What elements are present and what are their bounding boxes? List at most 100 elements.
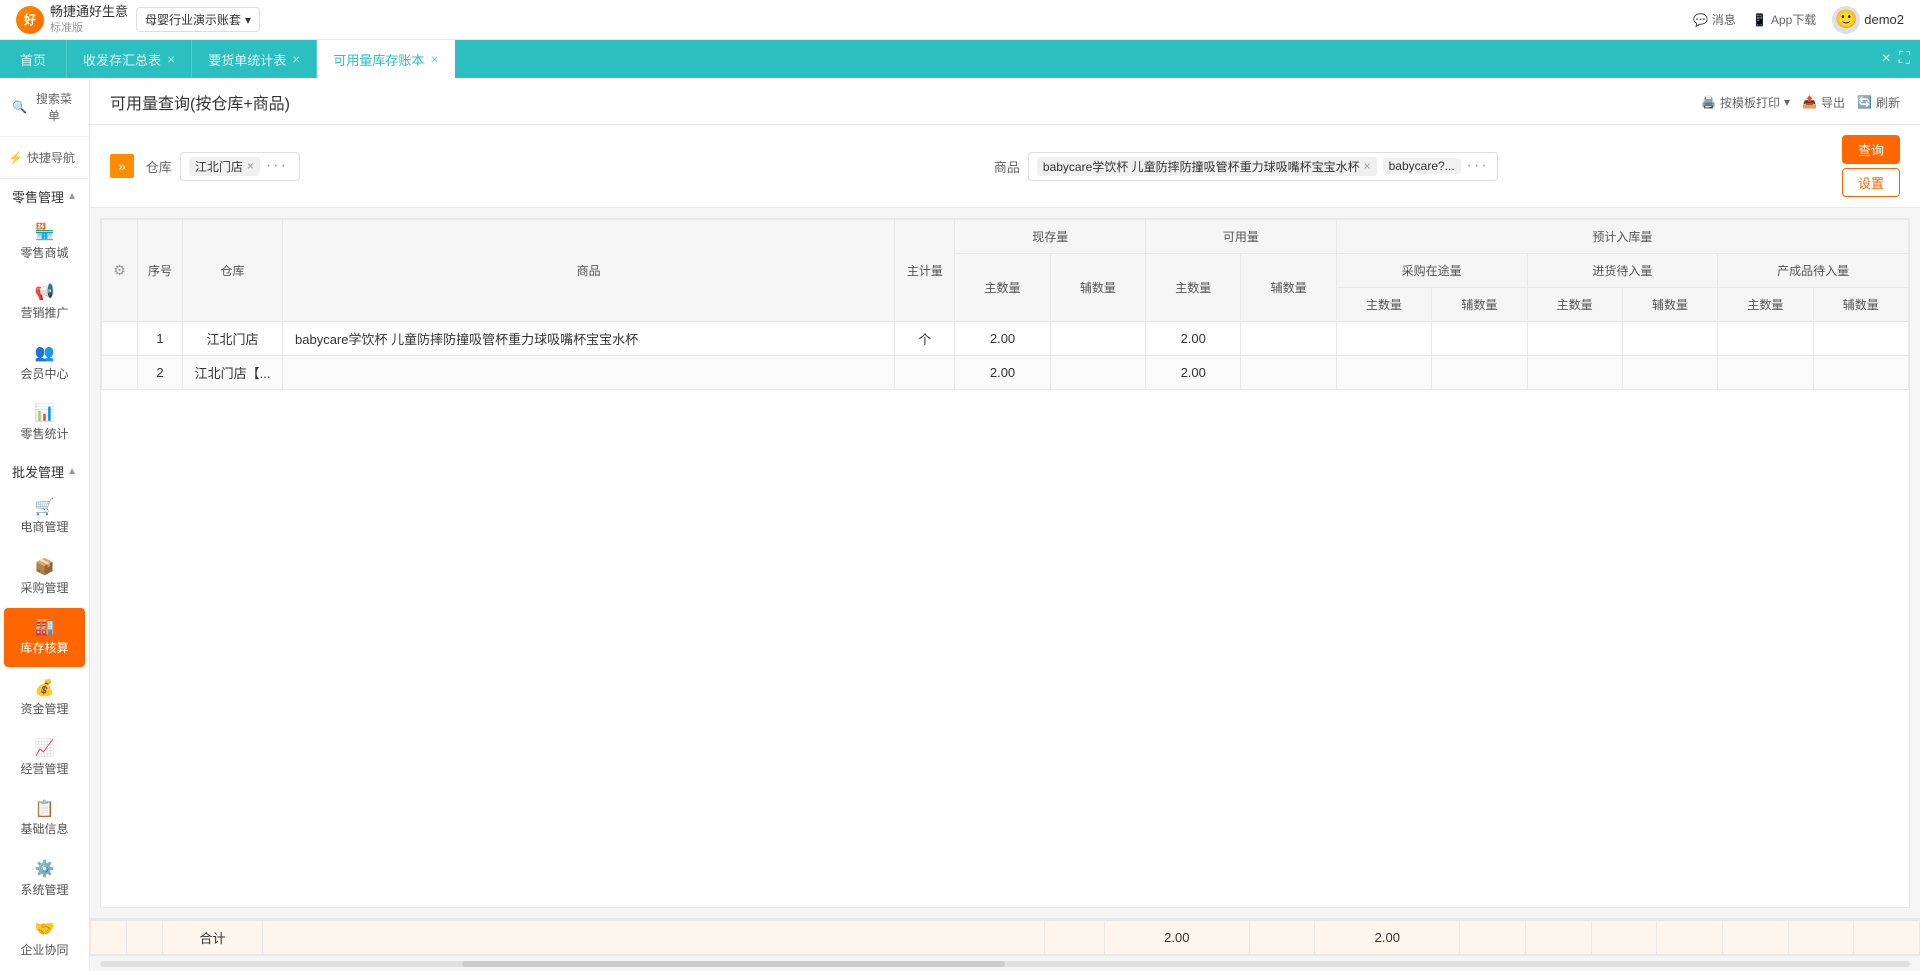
row1-warehouse: 江北门店	[183, 322, 283, 356]
row2-product	[283, 356, 895, 390]
sidebar-item-marketing[interactable]: 📢 营销推广	[4, 273, 85, 331]
sidebar-group-wholesale: 批发管理 ▲	[0, 454, 89, 487]
row2-product-main	[1718, 356, 1813, 390]
row2-unit	[895, 356, 955, 390]
sidebar-item-finance[interactable]: 💰 资金管理	[4, 669, 85, 727]
tab-available-inventory-close[interactable]: ×	[430, 51, 438, 67]
footer-unit-cell	[1044, 921, 1104, 955]
system-icon: ⚙️	[35, 860, 55, 881]
col-avail-aux-header: 辅数量	[1241, 254, 1336, 322]
filter-expand-btn[interactable]: »	[110, 154, 134, 178]
footer-product-main	[1788, 921, 1854, 955]
row1-product-aux	[1813, 322, 1908, 356]
search-menu-btn[interactable]: 🔍 搜索菜单	[8, 86, 81, 128]
col-product-header: 商品	[283, 220, 895, 322]
warehouse-dots[interactable]: ···	[266, 157, 288, 175]
user-name: demo2	[1864, 12, 1904, 27]
app-download-btn[interactable]: 📱 App下载	[1752, 11, 1816, 28]
filter-product-group: 商品 babycare学饮杯 儿童防摔防撞吸管杯重力球吸嘴杯宝宝水杯 × bab…	[994, 152, 1830, 181]
row2-inbound-main	[1527, 356, 1622, 390]
logo-area: 好 畅捷通好生意 标准版	[16, 4, 128, 36]
row2-avail-main: 2.00	[1146, 356, 1241, 390]
col-avail-main-header: 主数量	[1146, 254, 1241, 322]
warehouse-tag-close[interactable]: ×	[247, 159, 254, 173]
industry-select[interactable]: 母婴行业演示账套 ▾	[136, 7, 260, 32]
row1-purchase-main	[1336, 322, 1431, 356]
settings-btn[interactable]: 设置	[1842, 168, 1900, 197]
row2-product-aux	[1813, 356, 1908, 390]
print-label: 按模板打印	[1720, 94, 1780, 111]
sidebar-group-retail-header[interactable]: 零售管理 ▲	[0, 179, 89, 212]
table-gear-icon[interactable]: ⚙	[113, 262, 126, 278]
search-menu-label: 搜索菜单	[31, 90, 77, 124]
sidebar-group-wholesale-arrow: ▲	[67, 466, 77, 477]
sidebar-item-retail-stats[interactable]: 📊 零售统计	[4, 394, 85, 452]
enterprise-icon: 🤝	[35, 920, 55, 941]
sidebar-item-enterprise[interactable]: 🤝 企业协同	[4, 910, 85, 968]
row1-current-aux	[1050, 322, 1145, 356]
col-inbound-aux-header: 辅数量	[1622, 288, 1717, 322]
col-product-aux-header: 辅数量	[1813, 288, 1908, 322]
product-tag1-close[interactable]: ×	[1364, 159, 1371, 173]
footer-current-aux	[1249, 921, 1315, 955]
query-btn[interactable]: 查询	[1842, 135, 1900, 164]
warehouse-label: 仓库	[146, 157, 172, 176]
tab-receive-summary-close[interactable]: ×	[167, 51, 175, 67]
footer-inbound-main	[1657, 921, 1723, 955]
filter-warehouse-group: 仓库 江北门店 × ···	[146, 152, 982, 181]
sidebar-item-system[interactable]: ⚙️ 系统管理	[4, 850, 85, 908]
sidebar-item-inventory[interactable]: 🏭 库存核算	[4, 608, 85, 666]
tab-order-summary-close[interactable]: ×	[292, 51, 300, 67]
search-icon: 🔍	[12, 100, 27, 114]
product-input[interactable]: babycare学饮杯 儿童防摔防撞吸管杯重力球吸嘴杯宝宝水杯 × babyca…	[1028, 152, 1498, 181]
sidebar-item-member[interactable]: 👥 会员中心	[4, 334, 85, 392]
product-dots[interactable]: ···	[1467, 157, 1489, 175]
row2-inbound-aux	[1622, 356, 1717, 390]
member-icon: 👥	[35, 344, 55, 365]
top-bar-left: 好 畅捷通好生意 标准版 母婴行业演示账套 ▾	[16, 4, 260, 36]
print-icon: 🖨️	[1701, 95, 1716, 109]
sidebar-quick-nav-area: ⚡ 快捷导航	[0, 137, 89, 179]
quick-nav-btn[interactable]: ⚡ 快捷导航	[0, 145, 89, 170]
tab-maximize-icon[interactable]: ⛶	[1899, 50, 1910, 68]
warehouse-tag-value: 江北门店	[195, 158, 243, 175]
sidebar-item-purchase[interactable]: 📦 采购管理	[4, 548, 85, 606]
tab-home[interactable]: 首页	[0, 40, 67, 78]
message-btn[interactable]: 💬 消息	[1693, 11, 1736, 28]
print-btn[interactable]: 🖨️ 按模板打印 ▾	[1701, 94, 1790, 111]
sidebar-group-retail-arrow: ▲	[67, 191, 77, 202]
tab-available-inventory[interactable]: 可用量库存账本 ×	[317, 40, 454, 78]
col-product-main-header: 主数量	[1718, 288, 1813, 322]
inventory-icon: 🏭	[35, 618, 55, 639]
tab-order-summary[interactable]: 要货单统计表 ×	[192, 40, 317, 78]
user-area[interactable]: 🙂 demo2	[1832, 6, 1904, 34]
export-btn[interactable]: 📤 导出	[1802, 94, 1845, 111]
operations-icon: 📈	[35, 739, 55, 760]
sidebar-item-retail-mall[interactable]: 🏪 零售商城	[4, 213, 85, 271]
industry-label: 母婴行业演示账套	[145, 11, 241, 28]
footer-table: 合计 2.00 2.00	[90, 920, 1920, 955]
tab-close-all-icon[interactable]: ×	[1881, 50, 1890, 68]
sidebar-item-basic-info[interactable]: 📋 基础信息	[4, 790, 85, 848]
tab-receive-summary[interactable]: 收发存汇总表 ×	[67, 40, 192, 78]
sidebar-group-wholesale-header[interactable]: 批发管理 ▲	[0, 454, 89, 487]
col-inbound-pending-header: 进货待入量	[1527, 254, 1718, 288]
sidebar-item-retail-stats-label: 零售统计	[20, 427, 68, 443]
sidebar-item-ecommerce[interactable]: 🛒 电商管理	[4, 488, 85, 546]
scroll-thumb[interactable]	[462, 961, 1005, 967]
col-current-aux-header: 辅数量	[1050, 254, 1145, 322]
footer-row: 合计 2.00 2.00	[91, 921, 1920, 955]
refresh-btn[interactable]: 🔄 刷新	[1857, 94, 1900, 111]
footer-inbound-aux	[1722, 921, 1788, 955]
purchase-icon: 📦	[35, 558, 55, 579]
col-current-stock-header: 现存量	[955, 220, 1146, 254]
logo-text: 畅捷通好生意	[50, 4, 128, 20]
sidebar-item-operations[interactable]: 📈 经营管理	[4, 729, 85, 787]
warehouse-input[interactable]: 江北门店 × ···	[180, 152, 300, 181]
footer-settings-cell	[91, 921, 127, 955]
table-footer: 合计 2.00 2.00	[90, 918, 1920, 955]
row1-num: 1	[138, 322, 183, 356]
sidebar-item-system-label: 系统管理	[20, 883, 68, 899]
col-settings-header[interactable]: ⚙	[102, 220, 138, 322]
scroll-track[interactable]	[100, 961, 1910, 967]
